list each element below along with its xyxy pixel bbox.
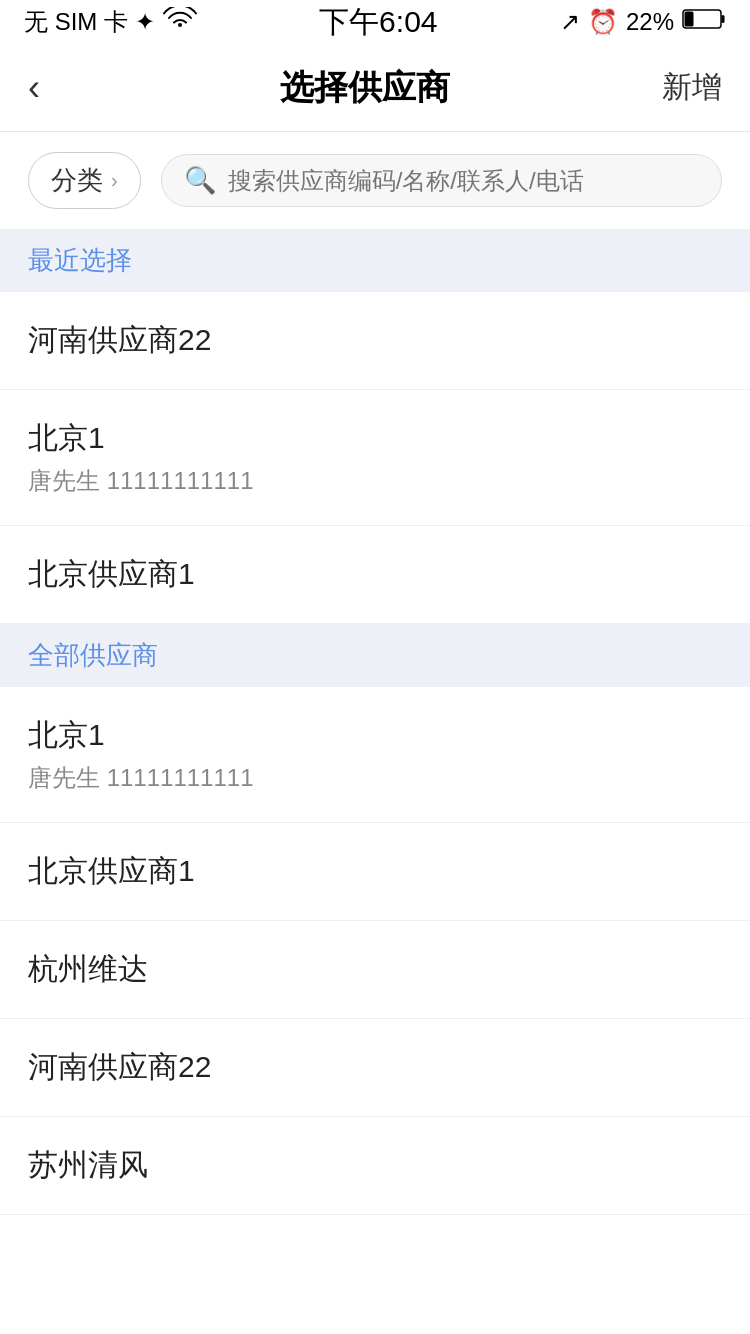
list-item[interactable]: 北京供应商1 xyxy=(0,823,750,921)
supplier-name: 河南供应商22 xyxy=(28,1047,722,1088)
supplier-name: 北京供应商1 xyxy=(28,554,722,595)
section-label-recent: 最近选择 xyxy=(28,245,132,275)
category-label: 分类 xyxy=(51,163,103,198)
supplier-name: 北京供应商1 xyxy=(28,851,722,892)
filter-bar: 分类 › 🔍 xyxy=(0,132,750,229)
status-time: 下午6:04 xyxy=(319,2,437,43)
svg-rect-2 xyxy=(721,15,724,23)
wifi-icon xyxy=(163,7,197,37)
category-filter-button[interactable]: 分类 › xyxy=(28,152,141,209)
back-button[interactable]: ‹ xyxy=(28,67,88,109)
location-icon: ↗ xyxy=(560,8,580,36)
search-icon: 🔍 xyxy=(184,165,216,196)
status-bar: 无 SIM 卡 ✦ 下午6:04 ↗ ⏰ 22% xyxy=(0,0,750,44)
nav-bar: ‹ 选择供应商 新增 xyxy=(0,44,750,132)
list-item[interactable]: 北京1 唐先生 11111111111 xyxy=(0,390,750,526)
sim-status: 无 SIM 卡 ✦ xyxy=(24,6,155,38)
supplier-name: 北京1 xyxy=(28,418,722,459)
search-box[interactable]: 🔍 xyxy=(161,154,722,207)
supplier-name: 杭州维达 xyxy=(28,949,722,990)
list-item[interactable]: 苏州清风 xyxy=(0,1117,750,1215)
status-right: ↗ ⏰ 22% xyxy=(560,8,726,36)
page-title: 选择供应商 xyxy=(280,65,450,111)
battery-percent: 22% xyxy=(626,8,674,36)
add-button[interactable]: 新增 xyxy=(642,67,722,108)
supplier-list: 最近选择河南供应商22 北京1 唐先生 11111111111 北京供应商1 全部供应商… xyxy=(0,229,750,1215)
status-left: 无 SIM 卡 ✦ xyxy=(24,6,197,38)
battery-icon xyxy=(682,8,726,36)
search-input[interactable] xyxy=(228,167,699,195)
section-header-all: 全部供应商 xyxy=(0,624,750,687)
section-label-all: 全部供应商 xyxy=(28,640,158,670)
supplier-name: 苏州清风 xyxy=(28,1145,722,1186)
chevron-right-icon: › xyxy=(111,169,118,192)
list-item[interactable]: 河南供应商22 xyxy=(0,292,750,390)
supplier-name: 河南供应商22 xyxy=(28,320,722,361)
svg-rect-1 xyxy=(684,12,693,27)
list-item[interactable]: 杭州维达 xyxy=(0,921,750,1019)
section-header-recent: 最近选择 xyxy=(0,229,750,292)
list-item[interactable]: 河南供应商22 xyxy=(0,1019,750,1117)
supplier-contact: 唐先生 11111111111 xyxy=(28,465,722,497)
supplier-name: 北京1 xyxy=(28,715,722,756)
supplier-contact: 唐先生 11111111111 xyxy=(28,762,722,794)
alarm-icon: ⏰ xyxy=(588,8,618,36)
list-item[interactable]: 北京供应商1 xyxy=(0,526,750,624)
list-item[interactable]: 北京1 唐先生 11111111111 xyxy=(0,687,750,823)
